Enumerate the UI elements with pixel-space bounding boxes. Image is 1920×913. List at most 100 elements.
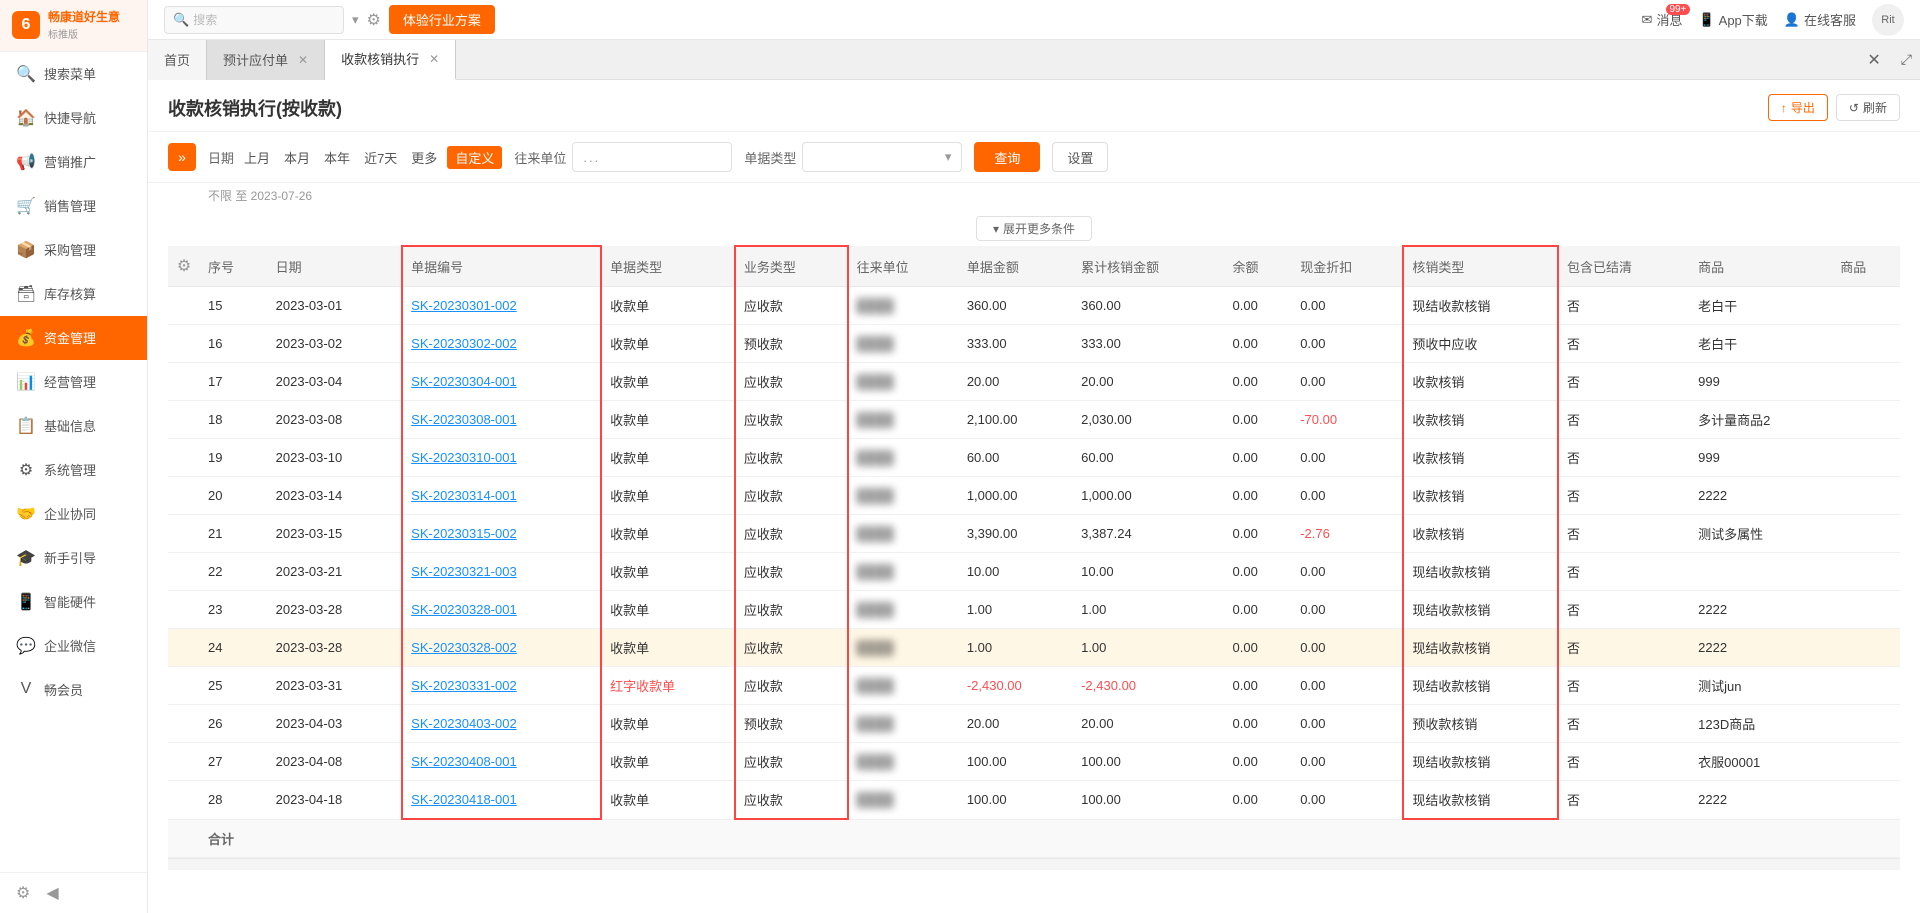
user-avatar: Rit (1881, 14, 1894, 26)
tab-prepay[interactable]: 预计应付单 ✕ (207, 40, 325, 80)
header-search-box[interactable]: 🔍 搜索 (164, 6, 344, 34)
sidebar-item-label-basics: 基础信息 (44, 416, 96, 435)
cell-doc-no[interactable]: SK-20230315-002 (402, 515, 601, 553)
app-download-button[interactable]: 📱 App下载 (1698, 10, 1767, 29)
export-button[interactable]: ↑ 导出 (1768, 94, 1828, 121)
cell-cancel-type: 现结收款核销 (1403, 629, 1558, 667)
tab-home[interactable]: 首页 (148, 40, 207, 80)
header-gear-icon[interactable]: ⚙ (367, 10, 381, 30)
cell-doc-no[interactable]: SK-20230328-001 (402, 591, 601, 629)
cell-doc-no[interactable]: SK-20230314-001 (402, 477, 601, 515)
table-row: 242023-03-28SK-20230328-002收款单应收款████1.0… (168, 629, 1900, 667)
sidebar-item-system[interactable]: ⚙ 系统管理 (0, 448, 147, 492)
cell-goods-img (1832, 363, 1900, 401)
filter-doctype-select[interactable]: ▾ (802, 142, 962, 172)
cell-checkbox (168, 629, 200, 667)
col-settings[interactable]: ⚙ (168, 246, 200, 287)
sidebar-item-hardware[interactable]: 📱 智能硬件 (0, 580, 147, 624)
sidebar-item-quick-nav[interactable]: 🏠 快捷导航 (0, 96, 147, 140)
filter-date-more[interactable]: 更多 (407, 146, 441, 169)
refresh-button[interactable]: ↺ 刷新 (1836, 94, 1900, 121)
sidebar-item-label-purchase: 采购管理 (44, 240, 96, 259)
tab-bar-expand[interactable]: ⤢ (1893, 51, 1920, 68)
cell-goods: 2222 (1690, 781, 1832, 820)
online-support-button[interactable]: 👤 在线客服 (1784, 10, 1856, 29)
tab-bar-close-all[interactable]: ✕ (1855, 50, 1892, 70)
message-button[interactable]: ✉ 消息 99+ (1642, 10, 1683, 29)
cell-goods: 999 (1690, 439, 1832, 477)
user-avatar-area[interactable]: Rit (1872, 4, 1904, 36)
tab-prepay-close[interactable]: ✕ (298, 53, 308, 67)
cell-discount: 0.00 (1292, 667, 1403, 705)
cell-date: 2023-04-18 (268, 781, 403, 820)
table-header-row: ⚙ 序号 日期 单据编号 单据类型 业务类型 往来单位 单据金额 累计核销金额 … (168, 246, 1900, 287)
query-button[interactable]: 查询 (974, 142, 1040, 172)
filter-date-this-month[interactable]: 本月 (280, 146, 314, 169)
sidebar-item-wechat[interactable]: 💬 企业微信 (0, 624, 147, 668)
cell-partner: ████ (848, 287, 959, 325)
sidebar-item-purchase[interactable]: 📦 采购管理 (0, 228, 147, 272)
cell-doc-no[interactable]: SK-20230321-003 (402, 553, 601, 591)
collapse-icon[interactable]: ◀ (46, 883, 58, 903)
page-actions: ↑ 导出 ↺ 刷新 (1768, 94, 1900, 121)
sidebar-item-sales[interactable]: 🛒 销售管理 (0, 184, 147, 228)
settings-bottom-icon[interactable]: ⚙ (16, 883, 30, 903)
sidebar-item-finance[interactable]: 💰 资金管理 (0, 316, 147, 360)
filter-partner-input[interactable]: ... (572, 142, 732, 172)
table-row: 192023-03-10SK-20230310-001收款单应收款████60.… (168, 439, 1900, 477)
col-no: 序号 (200, 246, 268, 287)
sidebar-item-basics[interactable]: 📋 基础信息 (0, 404, 147, 448)
app-label: App下载 (1719, 10, 1768, 29)
cell-no: 24 (200, 629, 268, 667)
cell-partner: ████ (848, 781, 959, 820)
solution-button[interactable]: 体验行业方案 (389, 5, 495, 34)
filter-date-7days[interactable]: 近7天 (360, 146, 401, 169)
cell-biz-type: 应收款 (735, 553, 848, 591)
cell-doc-type: 收款单 (601, 325, 735, 363)
cell-balance: 0.00 (1225, 325, 1293, 363)
sidebar-item-marketing[interactable]: 📢 营销推广 (0, 140, 147, 184)
filter-date-last-month[interactable]: 上月 (240, 146, 274, 169)
cell-doc-no[interactable]: SK-20230418-001 (402, 781, 601, 820)
expand-more-button[interactable]: ▾ 展开更多条件 (976, 216, 1092, 241)
col-doc-type: 单据类型 (601, 246, 735, 287)
settings-button[interactable]: 设置 (1052, 142, 1108, 172)
cell-doc-type: 收款单 (601, 401, 735, 439)
cell-doc-no[interactable]: SK-20230308-001 (402, 401, 601, 439)
sidebar-item-search[interactable]: 🔍 搜索菜单 (0, 52, 147, 96)
cell-doc-no[interactable]: SK-20230304-001 (402, 363, 601, 401)
cell-doc-no[interactable]: SK-20230331-002 (402, 667, 601, 705)
cell-doc-no[interactable]: SK-20230328-002 (402, 629, 601, 667)
sidebar-item-inventory[interactable]: 🗃 库存核算 (0, 272, 147, 316)
cell-doc-no[interactable]: SK-20230403-002 (402, 705, 601, 743)
cell-no: 19 (200, 439, 268, 477)
cell-checkbox (168, 781, 200, 820)
cell-no: 16 (200, 325, 268, 363)
export-icon: ↑ (1781, 101, 1787, 115)
tab-receipt-close[interactable]: ✕ (429, 52, 439, 66)
cell-doc-no[interactable]: SK-20230310-001 (402, 439, 601, 477)
sidebar-item-cooperation[interactable]: 🤝 企业协同 (0, 492, 147, 536)
sidebar-item-operations[interactable]: 📊 经营管理 (0, 360, 147, 404)
cooperation-icon: 🤝 (16, 504, 36, 524)
filter-date-custom[interactable]: 自定义 (447, 146, 502, 169)
cell-discount: 0.00 (1292, 287, 1403, 325)
cell-discount: 0.00 (1292, 325, 1403, 363)
cell-biz-type: 应收款 (735, 439, 848, 477)
col-settings-icon[interactable]: ⚙ (177, 258, 191, 275)
table-scroll[interactable]: ⚙ 序号 日期 单据编号 单据类型 业务类型 往来单位 单据金额 累计核销金额 … (168, 245, 1900, 858)
cell-doc-no[interactable]: SK-20230408-001 (402, 743, 601, 781)
horizontal-scrollbar[interactable] (168, 858, 1900, 870)
cell-doc-type: 收款单 (601, 743, 735, 781)
sidebar-item-member[interactable]: V 畅会员 (0, 668, 147, 711)
filter-date-this-year[interactable]: 本年 (320, 146, 354, 169)
sidebar-item-guide[interactable]: 🎓 新手引导 (0, 536, 147, 580)
tab-receipt-exec[interactable]: 收款核销执行 ✕ (325, 40, 456, 80)
page-title: 收款核销执行(按收款) (168, 95, 342, 121)
logo-badge: 标推版 (48, 26, 120, 41)
filter-toggle-button[interactable]: » (168, 143, 196, 171)
cell-doc-no[interactable]: SK-20230302-002 (402, 325, 601, 363)
filter-date-group: 日期 上月 本月 本年 近7天 更多 自定义 (208, 146, 502, 169)
header-dropdown-icon[interactable]: ▾ (352, 12, 359, 28)
cell-doc-no[interactable]: SK-20230301-002 (402, 287, 601, 325)
